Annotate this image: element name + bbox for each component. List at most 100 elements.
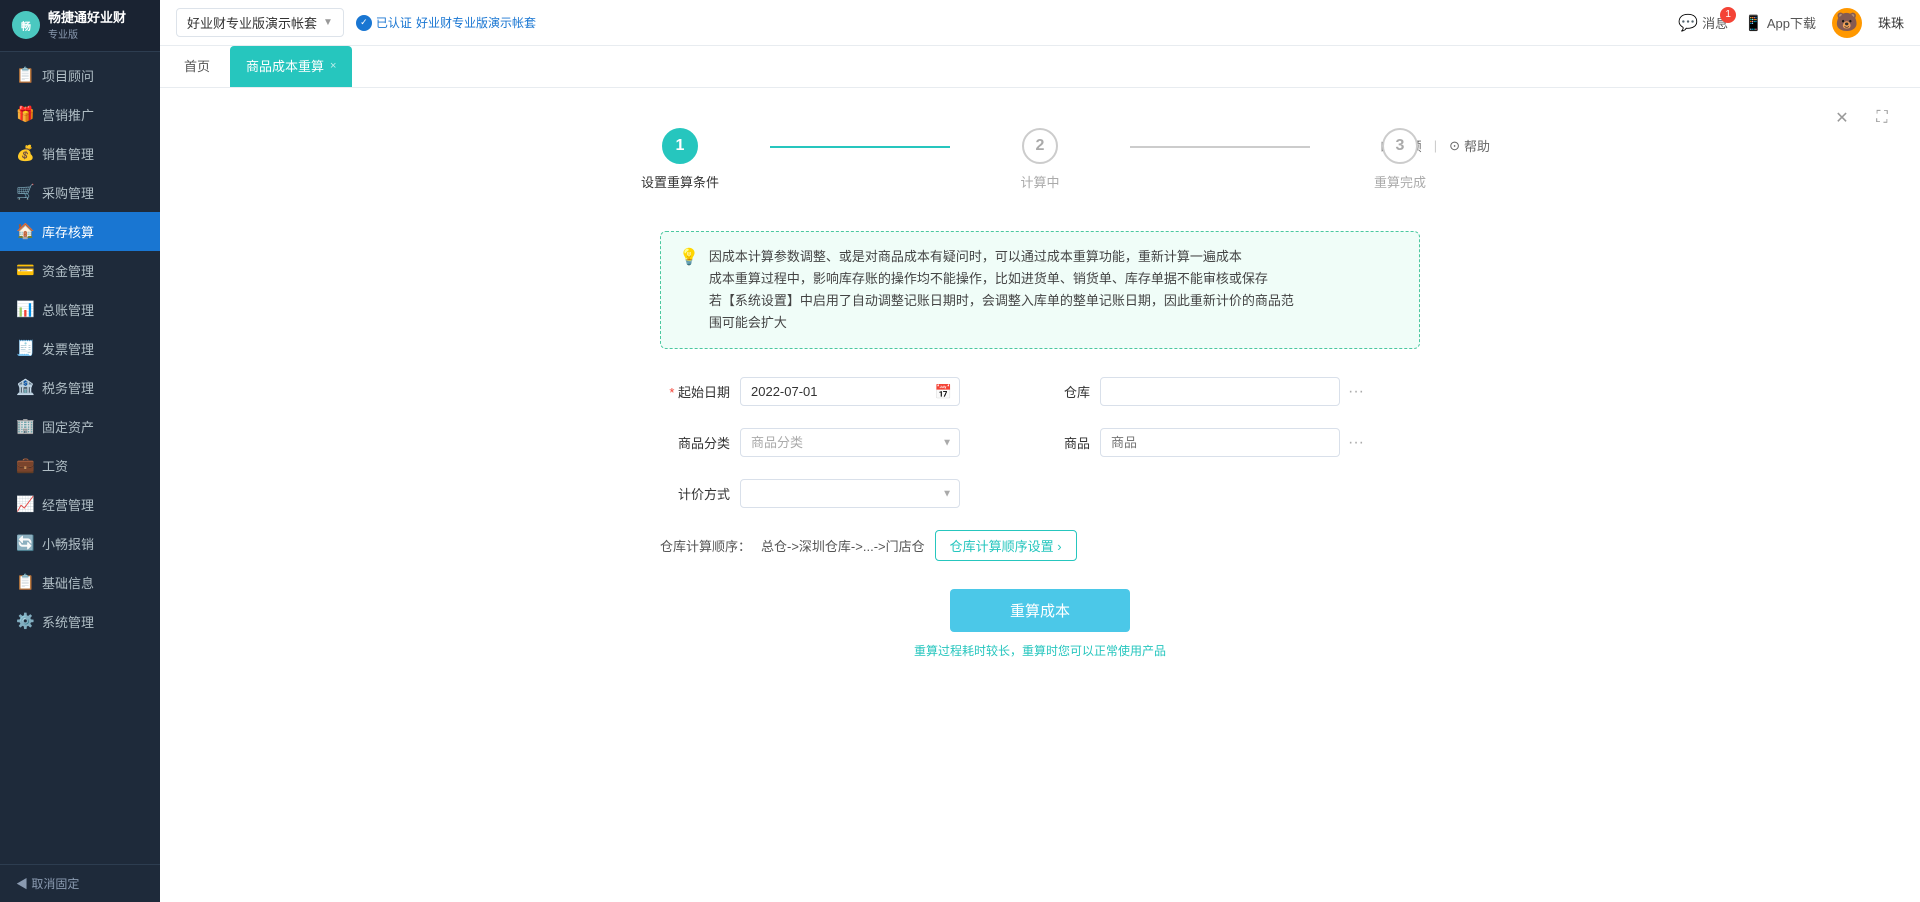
maximize-window-button[interactable]: ⛶ (1868, 104, 1896, 132)
sidebar-item-system[interactable]: ⚙️ 系统管理 (0, 602, 160, 641)
divider: | (1434, 138, 1437, 153)
sidebar-item-label: 税务管理 (42, 378, 94, 397)
sidebar-item-invoice[interactable]: 🧾 发票管理 (0, 329, 160, 368)
help-link[interactable]: ⊙ 帮助 (1449, 136, 1490, 155)
recalc-btn-label: 重算成本 (1010, 603, 1070, 620)
warehouse-dots-button[interactable]: ··· (1340, 383, 1372, 401)
user-name: 珠珠 (1878, 13, 1904, 32)
tab-close-icon[interactable]: × (330, 60, 336, 72)
user-avatar[interactable]: 🐻 (1832, 8, 1862, 38)
sidebar-item-operations[interactable]: 📈 经营管理 (0, 485, 160, 524)
tab-home[interactable]: 首页 (168, 46, 226, 87)
category-select[interactable]: 商品分类 (740, 428, 960, 457)
step-3-number: 3 (1396, 137, 1405, 155)
warehouse-order-value: 总仓->深圳仓库->...->门店仓 (761, 536, 925, 555)
topbar: 好业财专业版演示帐套 ▼ ✓ 已认证 好业财专业版演示帐套 💬 消息 1 📱 A… (160, 0, 1920, 46)
tab-goods-cost-recalc[interactable]: 商品成本重算 × (230, 46, 352, 87)
sidebar-item-basic-info[interactable]: 📋 基础信息 (0, 563, 160, 602)
app-download-label: App下载 (1767, 13, 1816, 32)
warehouse-input[interactable] (1100, 377, 1340, 406)
tab-home-label: 首页 (184, 56, 210, 75)
notice-text: 因成本计算参数调整、或是对商品成本有疑问时，可以通过成本重算功能，重新计算一遍成… (709, 246, 1294, 334)
warehouse-order-btn-label: 仓库计算顺序设置 › (950, 536, 1062, 555)
salary-icon: 💼 (16, 456, 34, 474)
form-row-date-warehouse: 起始日期 📅 仓库 ··· (660, 377, 1420, 406)
step-1-label: 设置重算条件 (641, 172, 719, 191)
account-selector[interactable]: 好业财专业版演示帐套 ▼ (176, 8, 344, 37)
app-subtitle: 专业版 (48, 26, 126, 41)
avatar-icon: 🐻 (1836, 12, 1858, 33)
sidebar-item-label: 项目顾问 (42, 66, 94, 85)
step-3-label: 重算完成 (1374, 172, 1426, 191)
sidebar-item-label: 库存核算 (42, 222, 94, 241)
recalc-hint: 重算过程耗时较长，重算时您可以正常使用产品 (660, 642, 1420, 659)
warehouse-order-settings-button[interactable]: 仓库计算顺序设置 › (935, 530, 1077, 561)
step-2-label: 计算中 (1020, 172, 1059, 191)
recalc-button[interactable]: 重算成本 (950, 589, 1130, 632)
sidebar-item-accounting[interactable]: 📊 总账管理 (0, 290, 160, 329)
maximize-icon: ⛶ (1876, 109, 1887, 127)
sidebar-item-sales[interactable]: 💰 销售管理 (0, 134, 160, 173)
sidebar-footer-unpin[interactable]: ◀ 取消固定 (0, 864, 160, 902)
sidebar-item-marketing[interactable]: 🎁 营销推广 (0, 95, 160, 134)
shield-icon: ✓ (356, 15, 372, 31)
pricing-select-wrapper: ▼ (740, 479, 960, 508)
calendar-icon[interactable]: 📅 (935, 383, 952, 400)
fixed-assets-icon: 🏢 (16, 417, 34, 435)
goods-dots-button[interactable]: ··· (1340, 434, 1372, 452)
step-1-circle: 1 (662, 128, 698, 164)
basic-info-icon: 📋 (16, 573, 34, 591)
step-3-circle: 3 (1382, 128, 1418, 164)
sidebar-item-project-advisor[interactable]: 📋 项目顾问 (0, 56, 160, 95)
procurement-icon: 🛒 (16, 183, 34, 201)
message-icon: 💬 (1678, 13, 1698, 33)
verified-text: 已认证 (376, 14, 412, 31)
system-icon: ⚙️ (16, 612, 34, 630)
message-badge: 1 (1720, 7, 1736, 23)
app-download-button[interactable]: 📱 App下载 (1744, 13, 1816, 32)
message-button[interactable]: 💬 消息 1 (1678, 13, 1728, 33)
sidebar-header: 畅 畅捷通好业财 专业版 (0, 0, 160, 52)
sidebar-nav: 📋 项目顾问 🎁 营销推广 💰 销售管理 🛒 采购管理 🏠 库存核算 💳 资金管… (0, 52, 160, 864)
sidebar-item-tax[interactable]: 🏦 税务管理 (0, 368, 160, 407)
account-subtitle: 好业财专业版演示帐套 (416, 14, 536, 31)
account-name: 好业财专业版演示帐套 (187, 13, 317, 32)
tab-active-label: 商品成本重算 (246, 56, 324, 75)
app-logo-icon: 畅 (12, 11, 40, 39)
start-date-label: 起始日期 (660, 382, 740, 401)
warehouse-label: 仓库 (1060, 382, 1100, 401)
sidebar-item-label: 资金管理 (42, 261, 94, 280)
pricing-label: 计价方式 (660, 484, 740, 503)
step-1: 1 设置重算条件 (590, 128, 770, 191)
goods-input[interactable] (1100, 428, 1340, 457)
sidebar-item-inventory[interactable]: 🏠 库存核算 (0, 212, 160, 251)
category-select-wrapper: 商品分类 ▼ (740, 428, 960, 457)
project-advisor-icon: 📋 (16, 66, 34, 84)
sidebar-item-label: 基础信息 (42, 573, 94, 592)
notice-box: 💡 因成本计算参数调整、或是对商品成本有疑问时，可以通过成本重算功能，重新计算一… (660, 231, 1420, 349)
accounting-icon: 📊 (16, 300, 34, 318)
sidebar-item-procurement[interactable]: 🛒 采购管理 (0, 173, 160, 212)
form-row-pricing: 计价方式 ▼ (660, 479, 1420, 508)
start-date-input[interactable] (740, 377, 960, 406)
goods-label: 商品 (1060, 433, 1100, 452)
page-content: ✕ ⛶ 1 设置重算条件 2 计算中 (160, 88, 1920, 902)
steps-container: 1 设置重算条件 2 计算中 3 重算完成 ▷ (590, 112, 1490, 199)
app-title: 畅捷通好业财 (48, 10, 126, 26)
warehouse-order-row: 仓库计算顺序： 总仓->深圳仓库->...->门店仓 仓库计算顺序设置 › (660, 530, 1420, 561)
help-label: 帮助 (1464, 136, 1490, 155)
sidebar-item-fixed-assets[interactable]: 🏢 固定资产 (0, 407, 160, 446)
sidebar-item-label: 营销推广 (42, 105, 94, 124)
unpin-label: ◀ 取消固定 (16, 875, 79, 892)
form-group-goods: 商品 ··· (1060, 428, 1420, 457)
close-icon: ✕ (1835, 108, 1848, 128)
sidebar-item-expense[interactable]: 🔄 小畅报销 (0, 524, 160, 563)
sidebar-item-finance[interactable]: 💳 资金管理 (0, 251, 160, 290)
invoice-icon: 🧾 (16, 339, 34, 357)
window-controls: ✕ ⛶ (1828, 104, 1896, 132)
pricing-select[interactable] (740, 479, 960, 508)
sidebar-item-salary[interactable]: 💼 工资 (0, 446, 160, 485)
expense-icon: 🔄 (16, 534, 34, 552)
sales-icon: 💰 (16, 144, 34, 162)
close-window-button[interactable]: ✕ (1828, 104, 1856, 132)
